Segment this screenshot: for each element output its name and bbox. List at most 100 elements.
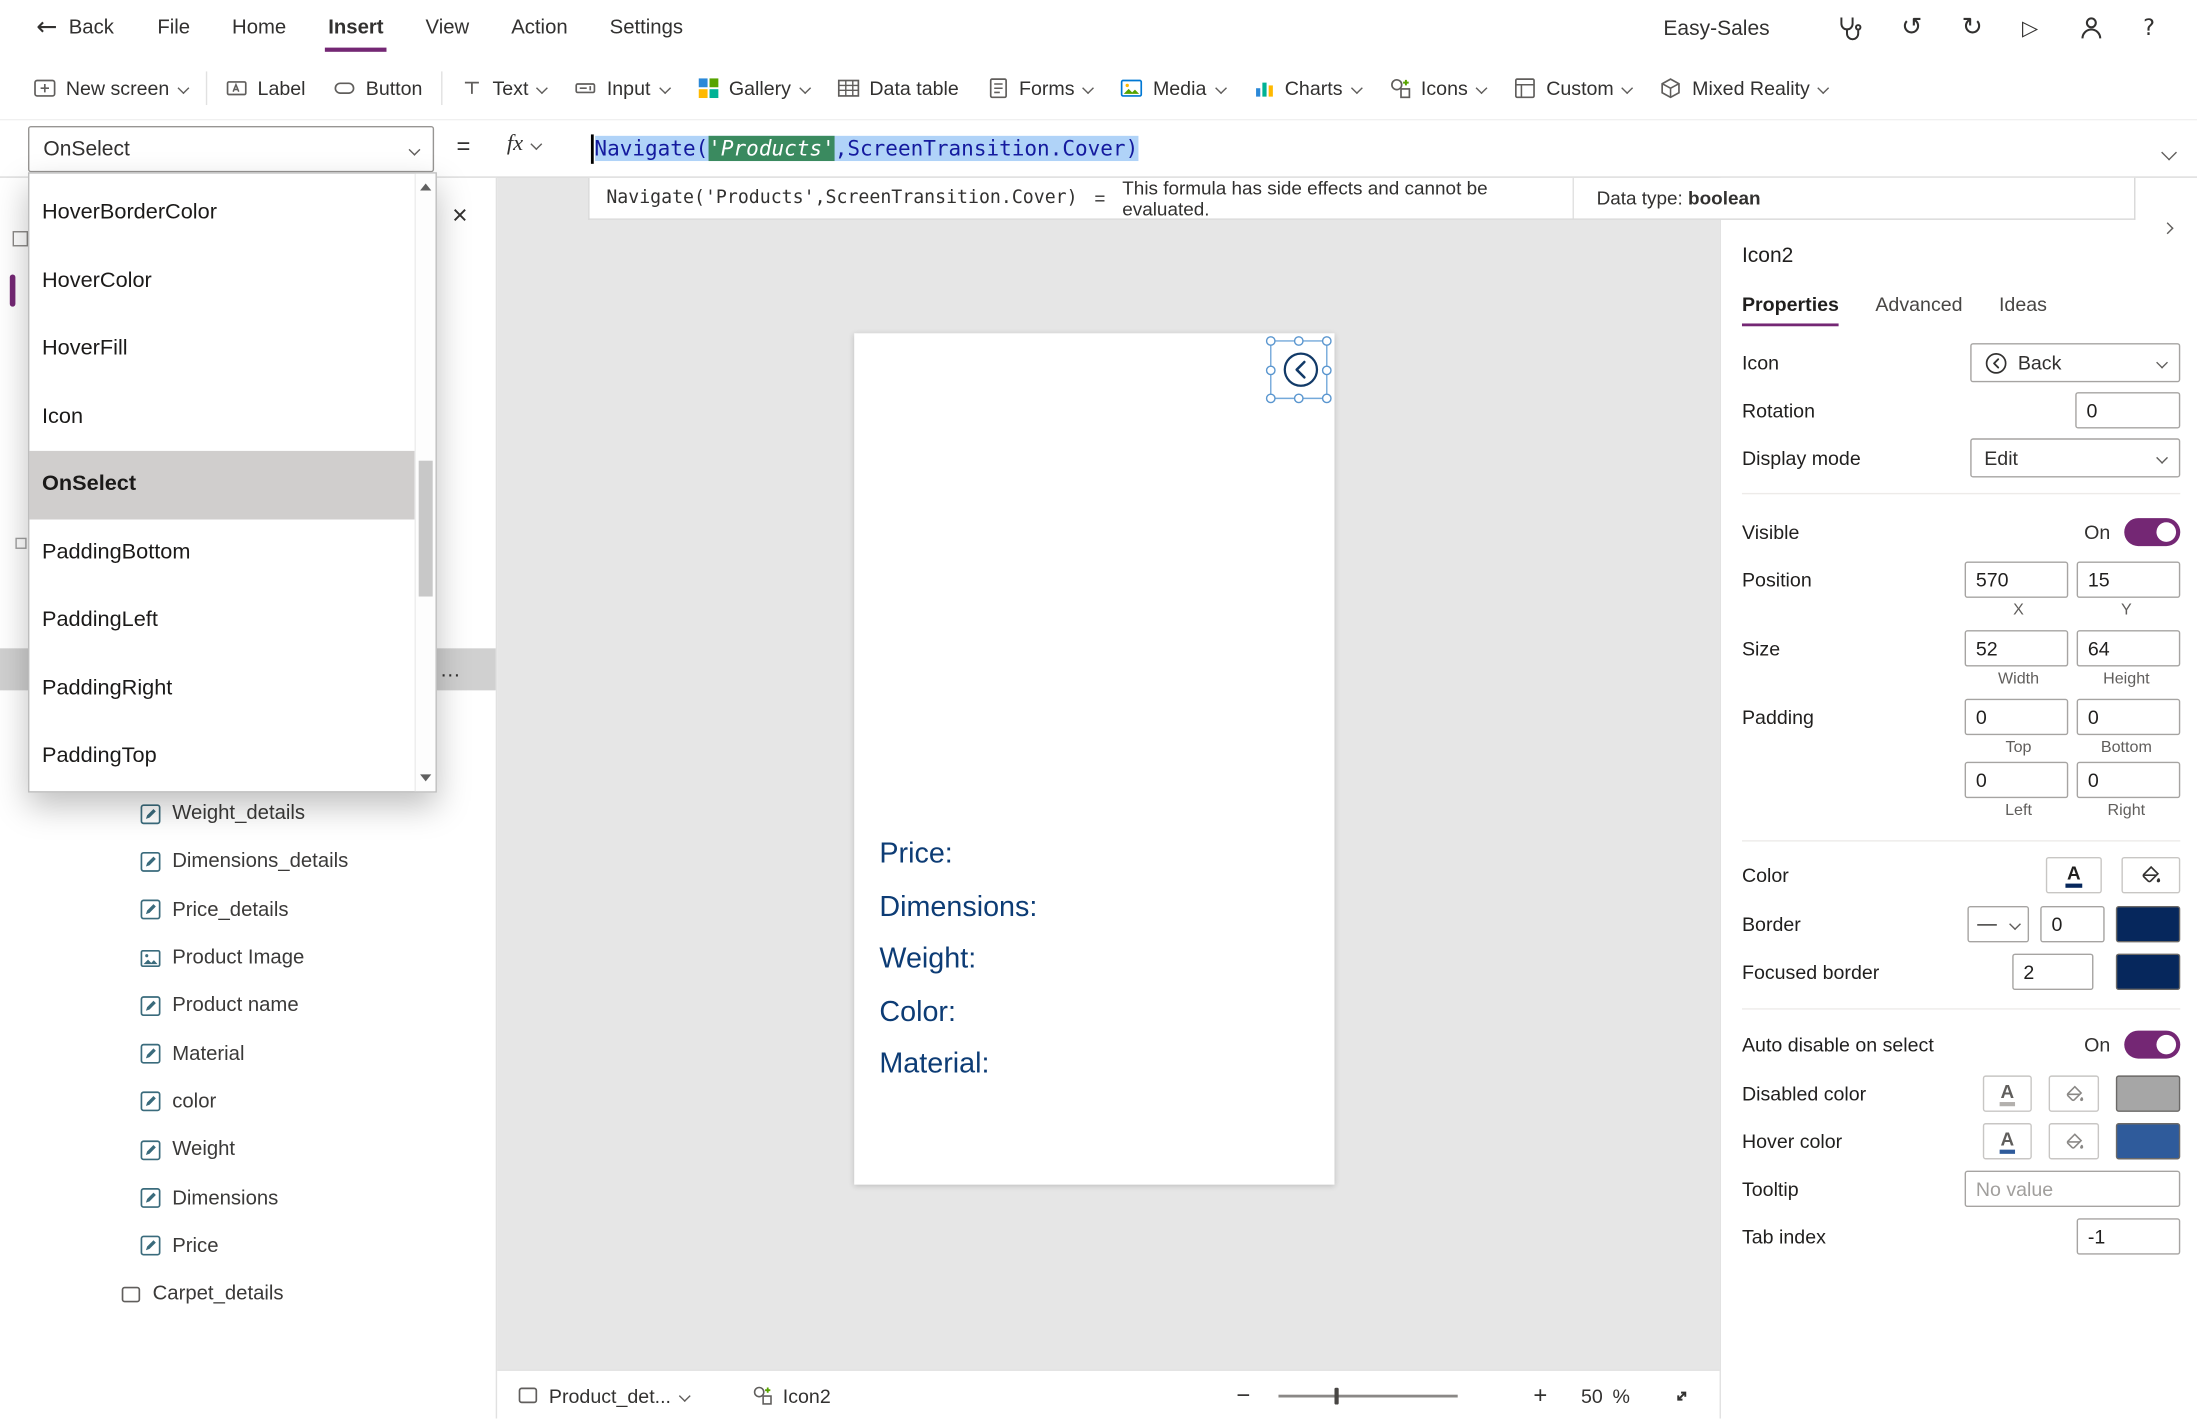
label-control[interactable]: Price: <box>879 828 1037 881</box>
input-menu[interactable]: Input <box>561 56 683 119</box>
icon-value-dropdown[interactable]: Back <box>1970 343 2181 383</box>
border-style-dropdown[interactable] <box>1967 905 2030 943</box>
menu-insert[interactable]: Insert <box>307 0 404 56</box>
menu-action[interactable]: Action <box>490 0 588 56</box>
undo-icon[interactable]: ↺ <box>1901 15 1922 40</box>
property-option[interactable]: Icon <box>29 383 414 451</box>
close-icon[interactable]: × <box>452 203 468 230</box>
tree-item[interactable]: Price_details <box>0 886 496 934</box>
zoom-out-button[interactable]: − <box>1236 1371 1250 1419</box>
property-option[interactable]: PaddingRight <box>29 655 414 723</box>
custom-menu[interactable]: Custom <box>1500 56 1646 119</box>
tree-item[interactable]: Weight <box>0 1126 496 1174</box>
tab-ideas[interactable]: Ideas <box>1999 293 2047 327</box>
display-mode-dropdown[interactable]: Edit <box>1970 438 2181 478</box>
hover-font-color-button[interactable]: A <box>1982 1123 2032 1160</box>
padding-right-input[interactable]: 0 <box>2076 761 2181 799</box>
property-selector[interactable]: OnSelect <box>28 126 435 173</box>
property-option[interactable]: HoverBorderColor <box>29 179 414 247</box>
menu-settings[interactable]: Settings <box>589 0 704 56</box>
focused-border-color-swatch[interactable] <box>2115 953 2181 991</box>
app-screen[interactable]: Price: Dimensions: Weight: Color: Materi… <box>854 333 1335 1185</box>
icons-menu[interactable]: Icons <box>1375 56 1500 119</box>
resize-handle[interactable] <box>1321 393 1332 404</box>
size-width-input[interactable]: 52 <box>1964 630 2069 667</box>
tab-properties[interactable]: Properties <box>1741 293 1840 327</box>
resize-handle[interactable] <box>1265 364 1276 375</box>
border-color-swatch[interactable] <box>2115 905 2181 943</box>
tree-item[interactable]: color <box>0 1078 496 1126</box>
property-option-selected[interactable]: OnSelect <box>29 450 415 519</box>
resize-handle[interactable] <box>1293 393 1304 404</box>
help-icon[interactable]: ? <box>2143 16 2155 39</box>
screen-selector[interactable]: Product_det... <box>517 1371 691 1419</box>
collapse-panel-button[interactable] <box>2161 214 2174 236</box>
disabled-color-swatch[interactable] <box>2115 1075 2181 1112</box>
resize-handle[interactable] <box>1321 364 1332 375</box>
disabled-fill-color-button[interactable] <box>2048 1075 2100 1112</box>
account-icon[interactable] <box>2077 15 2104 40</box>
app-checker-icon[interactable] <box>1834 14 1862 42</box>
size-height-input[interactable]: 64 <box>2076 630 2181 667</box>
padding-bottom-input[interactable]: 0 <box>2076 698 2181 736</box>
zoom-in-button[interactable]: + <box>1533 1371 1547 1419</box>
fit-to-window-button[interactable] <box>1671 1371 1693 1419</box>
resize-handle[interactable] <box>1293 336 1304 346</box>
charts-menu[interactable]: Charts <box>1239 56 1375 119</box>
menu-view[interactable]: View <box>405 0 491 56</box>
position-y-input[interactable]: 15 <box>2076 561 2181 598</box>
padding-top-input[interactable]: 0 <box>1964 698 2069 736</box>
mixed-reality-menu[interactable]: Mixed Reality <box>1646 56 1842 119</box>
tab-advanced[interactable]: Advanced <box>1875 293 1962 327</box>
data-table-button[interactable]: Data table <box>823 56 973 119</box>
tree-item[interactable]: Product Image <box>0 934 496 982</box>
text-menu[interactable]: Text <box>446 56 560 119</box>
label-control[interactable]: Color: <box>879 985 1037 1038</box>
visible-toggle[interactable] <box>2124 518 2181 547</box>
resize-handle[interactable] <box>1265 393 1276 404</box>
auto-disable-toggle[interactable] <box>2124 1030 2181 1059</box>
label-control[interactable]: Material: <box>879 1038 1037 1091</box>
property-option[interactable]: HoverFill <box>29 315 414 383</box>
scrollbar[interactable] <box>414 173 436 792</box>
property-option[interactable]: PaddingBottom <box>29 519 414 587</box>
forms-menu[interactable]: Forms <box>973 56 1107 119</box>
tree-item[interactable]: Weight_details <box>0 790 496 838</box>
zoom-slider-thumb[interactable] <box>1334 1386 1339 1404</box>
fill-color-button[interactable] <box>2121 856 2181 894</box>
property-option[interactable]: PaddingTop <box>29 723 414 791</box>
position-x-input[interactable]: 570 <box>1964 561 2069 598</box>
label-control[interactable]: Weight: <box>879 933 1037 986</box>
label-control[interactable]: Dimensions: <box>879 880 1037 933</box>
focused-border-width-input[interactable]: 2 <box>2012 953 2094 991</box>
tree-item[interactable]: Price <box>0 1222 496 1270</box>
back-icon-control[interactable] <box>1281 350 1320 389</box>
tree-item[interactable]: Material <box>0 1030 496 1078</box>
resize-handle[interactable] <box>1265 336 1276 346</box>
zoom-slider[interactable] <box>1278 1386 1458 1404</box>
tree-item[interactable]: Dimensions_details <box>0 838 496 886</box>
hover-color-swatch[interactable] <box>2115 1123 2181 1160</box>
scroll-up-icon[interactable] <box>416 183 436 191</box>
label-button[interactable]: Label <box>211 56 319 119</box>
play-preview-icon[interactable]: ▷ <box>2022 17 2038 39</box>
hover-fill-color-button[interactable] <box>2048 1123 2100 1160</box>
back-button[interactable]: ← Back <box>0 15 136 40</box>
scroll-down-icon[interactable] <box>416 774 436 782</box>
scrollbar-thumb[interactable] <box>418 460 433 597</box>
property-option[interactable]: PaddingLeft <box>29 587 414 655</box>
font-color-button[interactable]: A <box>2045 856 2102 894</box>
row-overflow-menu[interactable]: … <box>440 657 462 681</box>
tab-index-input[interactable]: -1 <box>2076 1218 2181 1255</box>
expand-formula-bar-button[interactable] <box>2161 140 2177 165</box>
padding-left-input[interactable]: 0 <box>1964 761 2069 799</box>
tree-item[interactable]: Dimensions <box>0 1174 496 1222</box>
tree-item[interactable]: Product name <box>0 982 496 1030</box>
new-screen-button[interactable]: New screen <box>20 56 202 119</box>
button-button[interactable]: Button <box>320 56 437 119</box>
border-width-input[interactable]: 0 <box>2040 905 2105 943</box>
selected-control-chip[interactable]: Icon2 <box>752 1371 831 1419</box>
redo-icon[interactable]: ↻ <box>1962 15 1983 40</box>
resize-handle[interactable] <box>1321 336 1332 346</box>
property-option[interactable]: HoverColor <box>29 247 414 315</box>
